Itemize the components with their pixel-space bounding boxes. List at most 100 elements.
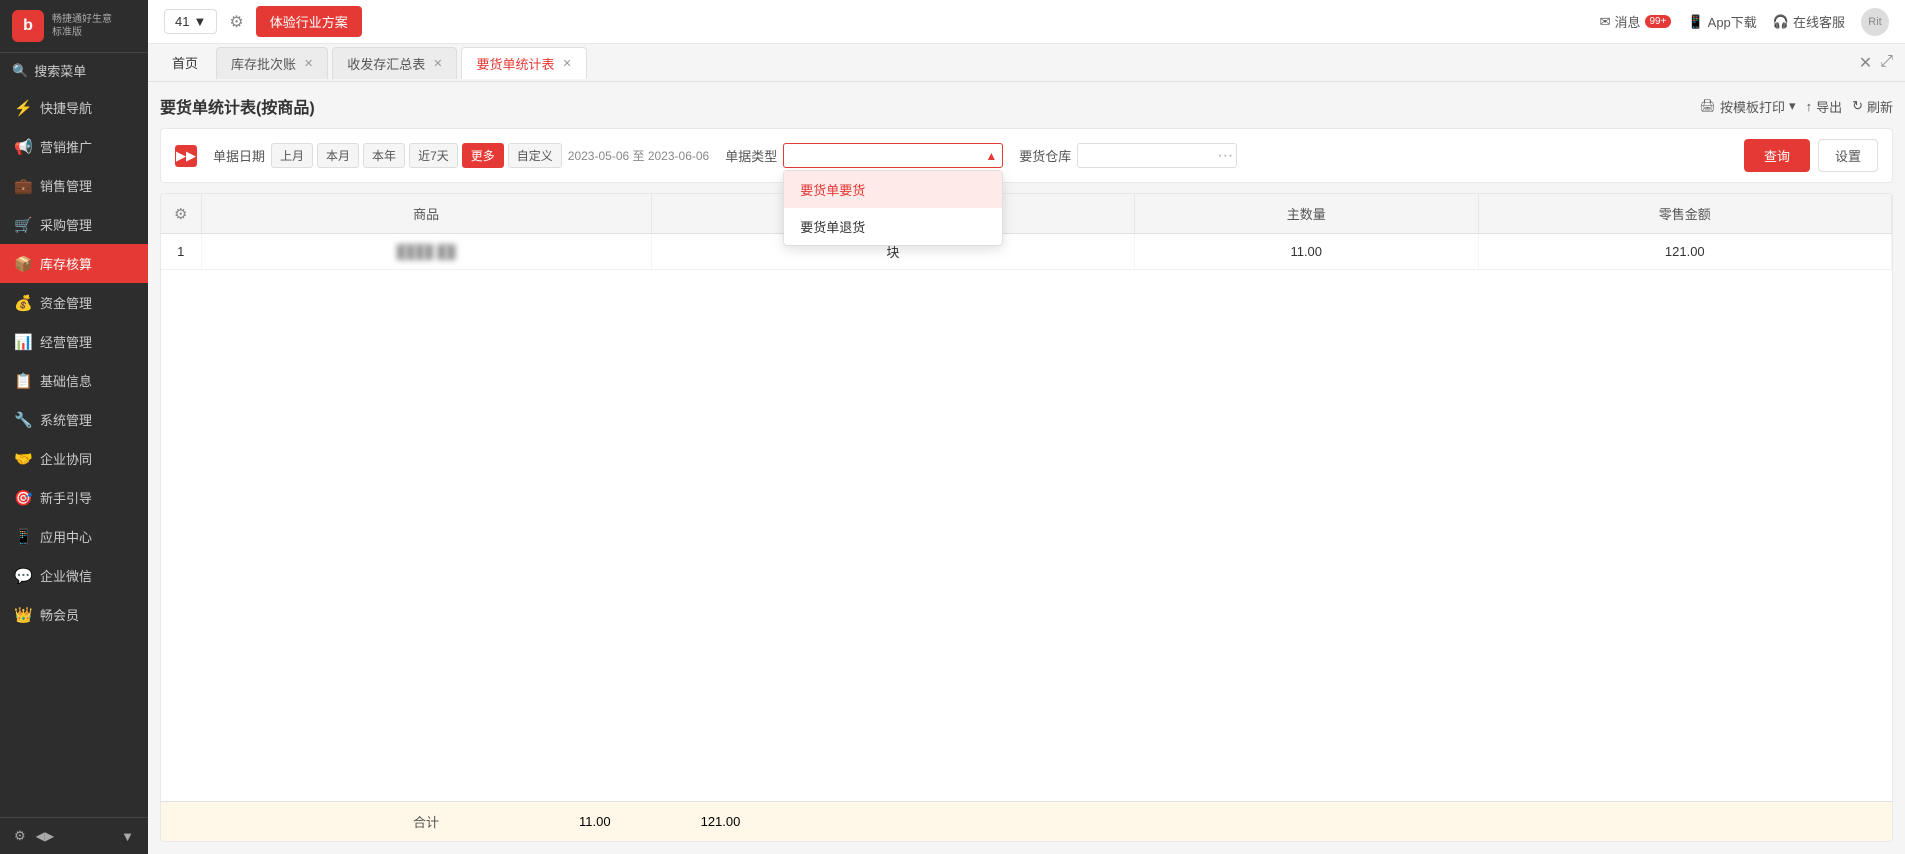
message-icon: ✉ xyxy=(1600,14,1611,30)
tab-recv-summary[interactable]: 收发存汇总表 ✕ xyxy=(332,47,457,79)
sidebar-item-member[interactable]: 👑 畅会员 xyxy=(0,595,148,634)
sidebar-item-enterprise[interactable]: 🤝 企业协同 xyxy=(0,439,148,478)
type-select-input[interactable] xyxy=(783,143,1003,168)
cell-no: 1 xyxy=(161,234,201,270)
page-content: 要货单统计表(按商品) 🖨 按模板打印 ▾ ↑ 导出 ↻ 刷新 ▶▶ xyxy=(148,82,1905,854)
sidebar-item-marketing[interactable]: 📢 营销推广 xyxy=(0,127,148,166)
total-amount: 121.00 xyxy=(701,814,741,829)
sidebar-logo: b 畅捷通好生意 标准版 xyxy=(0,0,148,53)
col-settings-header[interactable]: ⚙ xyxy=(161,194,201,234)
col-product-header: 商品 xyxy=(201,194,651,234)
warehouse-input[interactable] xyxy=(1077,143,1237,168)
refresh-icon: ↻ xyxy=(1852,98,1863,114)
cell-product: ████ ██ xyxy=(201,234,651,270)
tab-close-icon[interactable]: ✕ xyxy=(563,57,572,70)
tab-close-icon[interactable]: ✕ xyxy=(304,57,313,70)
company-selector[interactable]: 41 ▼ xyxy=(164,9,217,34)
main-area: 41 ▼ ⚙ 体验行业方案 ✉ 消息 99+ 📱 App下载 🎧 在线客服 Ri… xyxy=(148,0,1905,854)
tab-label: 收发存汇总表 xyxy=(347,54,425,73)
guide-icon: 🎯 xyxy=(14,489,32,507)
scroll-down-arrow[interactable]: ▼ xyxy=(121,829,134,844)
date-btn-custom[interactable]: 自定义 xyxy=(508,143,562,168)
customer-service-label: 在线客服 xyxy=(1793,12,1845,31)
inventory-icon: 📦 xyxy=(14,255,32,273)
sidebar-item-basic-info[interactable]: 📋 基础信息 xyxy=(0,361,148,400)
industry-btn[interactable]: 体验行业方案 xyxy=(256,6,362,37)
sidebar-item-label: 资金管理 xyxy=(40,293,92,312)
dropdown-item-order-goods[interactable]: 要货单要货 xyxy=(784,171,1002,208)
export-label: 导出 xyxy=(1816,97,1842,116)
user-avatar[interactable]: Rit xyxy=(1861,8,1889,36)
basic-info-icon: 📋 xyxy=(14,372,32,390)
print-btn[interactable]: 🖨 按模板打印 ▾ xyxy=(1700,97,1796,116)
search-icon: 🔍 xyxy=(12,63,28,79)
type-filter-label: 单据类型 xyxy=(725,146,777,165)
date-btn-more[interactable]: 更多 xyxy=(462,143,504,168)
system-icon: 🔧 xyxy=(14,411,32,429)
tab-order-stats[interactable]: 要货单统计表 ✕ xyxy=(461,47,586,79)
tab-close-icon[interactable]: ✕ xyxy=(433,57,442,70)
table-settings-icon[interactable]: ⚙ xyxy=(174,206,187,223)
date-btn-last-month[interactable]: 上月 xyxy=(271,143,313,168)
sidebar-item-label: 企业协同 xyxy=(40,449,92,468)
settings-icon[interactable]: ⚙ xyxy=(14,828,26,844)
tab-expand-icon[interactable]: ⤢ xyxy=(1878,51,1895,75)
messages-label: 消息 xyxy=(1614,12,1640,31)
refresh-label: 刷新 xyxy=(1867,97,1893,116)
tabs-controls: ✕ ⤢ xyxy=(1857,51,1895,75)
date-btn-this-month[interactable]: 本月 xyxy=(317,143,359,168)
print-arrow-icon: ▾ xyxy=(1789,98,1796,114)
sidebar-item-operations[interactable]: 📊 经营管理 xyxy=(0,322,148,361)
refresh-btn[interactable]: ↻ 刷新 xyxy=(1852,97,1893,116)
sales-icon: 💼 xyxy=(14,177,32,195)
warehouse-filter-label: 要货仓库 xyxy=(1019,146,1071,165)
search-label: 搜索菜单 xyxy=(34,61,86,80)
warehouse-more-icon[interactable]: ··· xyxy=(1217,147,1233,165)
type-select-wrapper: ▲ 要货单要货 要货单退货 xyxy=(783,143,1003,168)
sidebar-item-quick-nav[interactable]: ⚡ 快捷导航 xyxy=(0,88,148,127)
tab-home[interactable]: 首页 xyxy=(158,47,212,78)
sidebar-item-finance[interactable]: 💰 资金管理 xyxy=(0,283,148,322)
app-download-icon: 📱 xyxy=(1687,14,1703,30)
filter-expand-btn[interactable]: ▶▶ xyxy=(175,145,197,167)
sidebar-search[interactable]: 🔍 搜索菜单 xyxy=(0,53,148,88)
filter-bar: ▶▶ 单据日期 上月 本月 本年 近7天 更多 自定义 2023-05-06 至… xyxy=(160,128,1893,183)
tab-close-all-icon[interactable]: ✕ xyxy=(1857,51,1874,75)
sidebar-item-inventory[interactable]: 📦 库存核算 xyxy=(0,244,148,283)
sidebar-item-app-center[interactable]: 📱 应用中心 xyxy=(0,517,148,556)
sidebar-item-label: 新手引导 xyxy=(40,488,92,507)
sidebar-item-guide[interactable]: 🎯 新手引导 xyxy=(0,478,148,517)
app-center-icon: 📱 xyxy=(14,528,32,546)
date-btn-7days[interactable]: 近7天 xyxy=(409,143,458,168)
settings-btn[interactable]: 设置 xyxy=(1818,139,1878,172)
dropdown-item-order-return[interactable]: 要货单退货 xyxy=(784,208,1002,245)
date-filter-group: 单据日期 上月 本月 本年 近7天 更多 自定义 2023-05-06 至 20… xyxy=(213,143,709,168)
marketing-icon: 📢 xyxy=(14,138,32,156)
tab-batch-account[interactable]: 库存批次账 ✕ xyxy=(216,47,328,79)
sidebar-item-sales[interactable]: 💼 销售管理 xyxy=(0,166,148,205)
messages-btn[interactable]: ✉ 消息 99+ xyxy=(1600,12,1672,31)
logo-icon: b xyxy=(12,10,44,42)
collapse-icon[interactable]: ◀▶ xyxy=(36,829,54,843)
customer-service-btn[interactable]: 🎧 在线客服 xyxy=(1773,12,1845,31)
sidebar-item-system[interactable]: 🔧 系统管理 xyxy=(0,400,148,439)
sidebar-item-purchase[interactable]: 🛒 采购管理 xyxy=(0,205,148,244)
table-header-row: ⚙ 商品 主计量单位 主数量 零售金额 xyxy=(161,194,1892,234)
sidebar-item-label: 采购管理 xyxy=(40,215,92,234)
topbar-right: ✉ 消息 99+ 📱 App下载 🎧 在线客服 Rit xyxy=(1600,8,1889,36)
operations-icon: 📊 xyxy=(14,333,32,351)
table-container: ⚙ 商品 主计量单位 主数量 零售金额 1 ████ ██ xyxy=(160,193,1893,842)
customer-service-icon: 🎧 xyxy=(1773,14,1789,30)
sidebar-item-label: 营销推广 xyxy=(40,137,92,156)
sidebar-item-wechat[interactable]: 💬 企业微信 xyxy=(0,556,148,595)
date-btn-this-year[interactable]: 本年 xyxy=(363,143,405,168)
topbar-left: 41 ▼ ⚙ 体验行业方案 xyxy=(164,6,362,37)
topbar-gear-icon[interactable]: ⚙ xyxy=(229,12,243,32)
export-btn[interactable]: ↑ 导出 xyxy=(1806,97,1843,116)
app-download-btn[interactable]: 📱 App下载 xyxy=(1687,12,1756,31)
purchase-icon: 🛒 xyxy=(14,216,32,234)
print-label: 按模板打印 xyxy=(1720,97,1785,116)
sidebar-item-label: 畅会员 xyxy=(40,605,79,624)
table-row: 1 ████ ██ 块 11.00 121.00 xyxy=(161,234,1892,270)
query-btn[interactable]: 查询 xyxy=(1744,139,1810,172)
